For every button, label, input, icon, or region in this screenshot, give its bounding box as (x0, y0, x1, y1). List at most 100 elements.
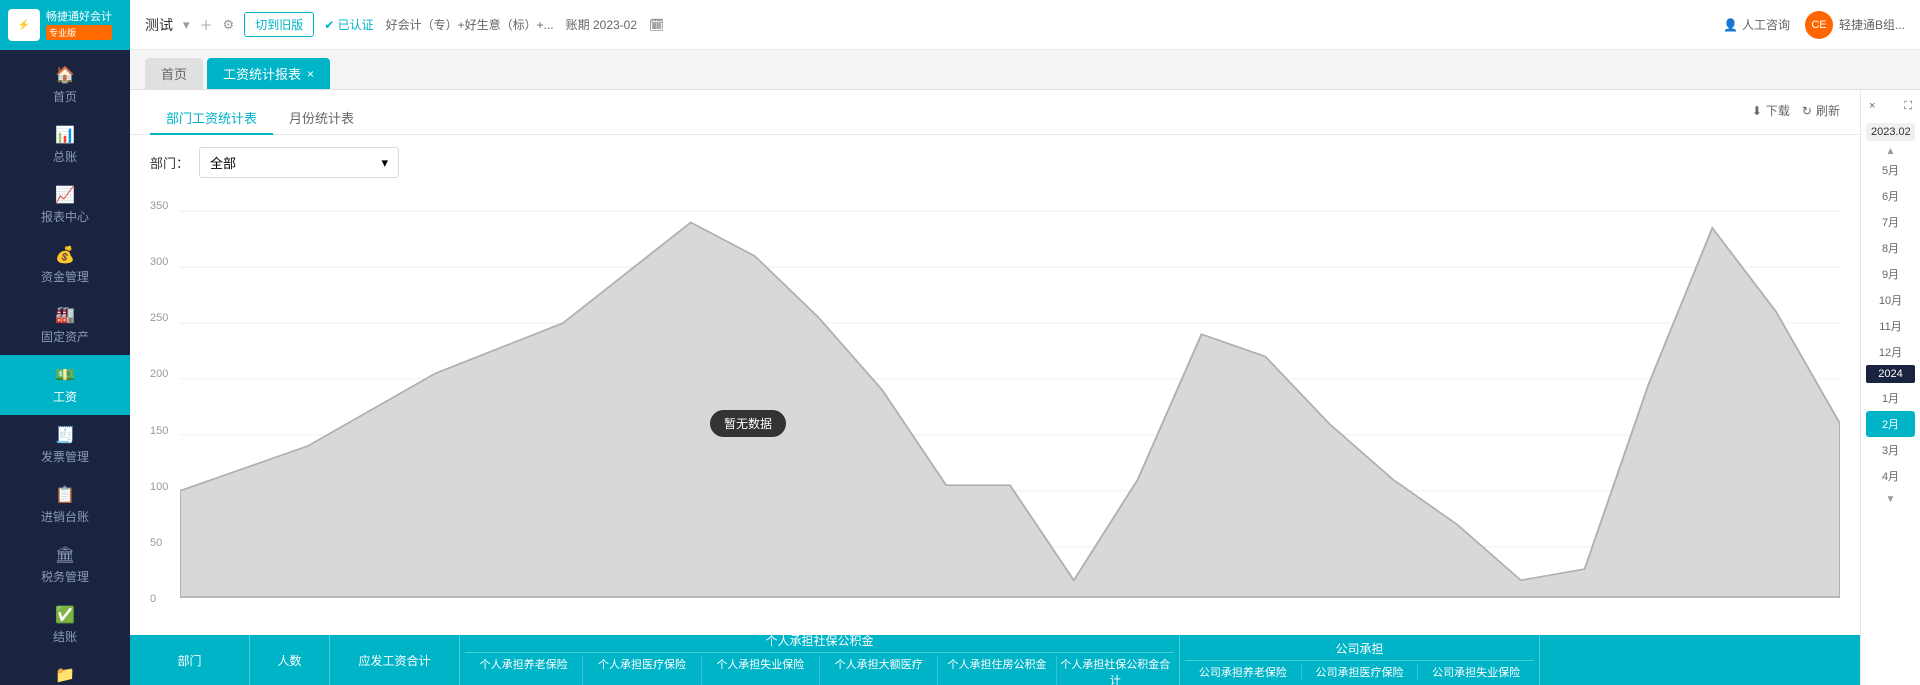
home-icon: 🏠 (55, 65, 75, 85)
download-icon: ⬇ (1752, 104, 1762, 118)
content-area: 部门工资统计表 月份统计表 ⬇ 下载 ↻ 刷新 (130, 90, 1860, 685)
col-personal-total: 个人承担社保公积金合计 (1057, 656, 1174, 685)
sidebar-item-purchase[interactable]: 📋 进销台账 (0, 475, 130, 535)
personal-sub-headers: 个人承担养老保险 个人承担医疗保险 个人承担失业保险 个人承担大额医疗 (465, 656, 1174, 685)
scroll-down-icon[interactable]: ▼ (1866, 494, 1915, 505)
sidebar-nav: 🏠首页📊总账📈报表中心💰资金管理🏭固定资产💵工资🧾发票管理📋进销台账🏛税务管理✅… (0, 50, 130, 685)
tabbar: 首页 工资统计报表 × (130, 50, 1920, 90)
sidebar-item-home[interactable]: 🏠首页 (0, 55, 130, 115)
month-2024-3[interactable]: 3月 (1866, 437, 1915, 463)
main-content: 测试 ▾ ＋ ⚙ 切到旧版 ✔ 已认证 好会计（专）+好生意（标）+... 账期… (130, 0, 1920, 685)
col-personal-unemployment: 个人承担失业保险 (702, 656, 820, 685)
finance-icon: 💰 (55, 245, 75, 265)
month-2023-6[interactable]: 6月 (1866, 183, 1915, 209)
year-section-2024: 2024 1月 2月 3月 4月 ▼ (1861, 365, 1920, 505)
sidebar-item-tax[interactable]: 🏛税务管理 (0, 535, 130, 595)
chart-area: 350 300 250 200 150 100 50 0 (130, 190, 1860, 635)
month-2023-7[interactable]: 7月 (1866, 209, 1915, 235)
assets-icon: 🏭 (55, 305, 75, 325)
topbar: 测试 ▾ ＋ ⚙ 切到旧版 ✔ 已认证 好会计（专）+好生意（标）+... 账期… (130, 0, 1920, 50)
col-headcount: 人数 (250, 635, 330, 685)
closing-icon: ✅ (55, 605, 75, 625)
month-2023-10[interactable]: 10月 (1866, 287, 1915, 313)
refresh-icon: ↻ (1802, 104, 1812, 118)
dept-filter-label: 部门： (150, 153, 189, 172)
nav-label-salary: 工资 (53, 388, 77, 405)
col-company-unemployment: 公司承担失业保险 (1418, 664, 1534, 680)
reports-icon: 📈 (55, 185, 75, 205)
calendar-icon[interactable]: 🗓 (649, 18, 664, 32)
switch-old-version-button[interactable]: 切到旧版 (244, 12, 314, 37)
logo-text: 畅捷通好会计 (46, 10, 112, 24)
sidebar-item-finance[interactable]: 💰 资金管理 (0, 235, 130, 295)
month-2023-5[interactable]: 5月 (1866, 157, 1915, 183)
logo-badge: 专业版 (46, 25, 112, 40)
topbar-dropdown-icon[interactable]: ▾ (183, 17, 190, 33)
dropdown-icon: ▾ (381, 155, 388, 171)
year-2024-header[interactable]: 2024 (1866, 365, 1915, 383)
month-2024-4[interactable]: 4月 (1866, 463, 1915, 489)
archive-icon: 📁 (55, 665, 75, 685)
table-footer: 部门 人数 应发工资合计 个人承担社保公积金 (130, 635, 1860, 685)
month-2023-11[interactable]: 11月 (1866, 313, 1915, 339)
nav-label-reports: 报表中心 (41, 208, 89, 225)
nav-label-tax: 税务管理 (41, 568, 89, 585)
support-icon: 👤 (1723, 18, 1738, 32)
nav-label-purchase: 进销台账 (41, 508, 89, 525)
sidebar-item-archive[interactable]: 📁归档管理 (0, 655, 130, 685)
topbar-settings-icon[interactable]: ⚙ (223, 17, 235, 33)
sidebar-item-invoice[interactable]: 🧾 发票管理 (0, 415, 130, 475)
user-area[interactable]: CE 轻捷通B组... (1805, 11, 1905, 39)
topbar-status: ✔ 已认证 好会计（专）+好生意（标）+... 账期 2023-02 🗓 (324, 16, 664, 33)
user-label: 轻捷通B组... (1839, 16, 1905, 33)
expand-panel-icon[interactable]: ⛶ (1904, 100, 1912, 113)
nav-label-ledger: 总账 (53, 148, 77, 165)
salary-icon: 💵 (55, 365, 75, 385)
month-2023-12[interactable]: 12月 (1866, 339, 1915, 365)
topbar-title: 测试 (145, 15, 173, 35)
month-2024-2[interactable]: 2月 (1866, 411, 1915, 437)
sidebar-item-assets[interactable]: 🏭固定资产 (0, 295, 130, 355)
sidebar-item-salary[interactable]: 💵 工资 (0, 355, 130, 415)
col-personal-major-medical: 个人承担大额医疗 (820, 656, 938, 685)
download-button[interactable]: ⬇ 下载 (1752, 102, 1790, 119)
purchase-icon: 📋 (55, 485, 75, 505)
sidebar-item-closing[interactable]: ✅结账 (0, 595, 130, 655)
sidebar: ⚡ 畅捷通好会计 专业版 🏠首页 📊 总账 📈 报表中心 💰 资金管理 🏭固定资产 💵 工资 🧾 发票… (0, 0, 130, 685)
month-2023-8[interactable]: 8月 (1866, 235, 1915, 261)
tab-close-icon[interactable]: × (307, 67, 314, 81)
nav-label-invoice: 发票管理 (41, 448, 89, 465)
company-group-label: 公司承担 (1185, 640, 1534, 661)
tab-home[interactable]: 首页 (145, 58, 203, 89)
sidebar-item-reports[interactable]: 📈 报表中心 (0, 175, 130, 235)
close-panel-icon[interactable]: × (1869, 100, 1875, 113)
filter-row: 部门： 全部 ▾ (130, 135, 1860, 190)
sub-tab-dept[interactable]: 部门工资统计表 (150, 102, 273, 135)
support-button[interactable]: 👤 人工咨询 (1723, 16, 1790, 33)
accounting-label: 好会计（专）+好生意（标）+... (386, 16, 554, 33)
col-personal-medical: 个人承担医疗保险 (583, 656, 701, 685)
logo: ⚡ 畅捷通好会计 专业版 (0, 0, 130, 50)
invoice-icon: 🧾 (55, 425, 75, 445)
sidebar-item-ledger[interactable]: 📊 总账 (0, 115, 130, 175)
month-2023-9[interactable]: 9月 (1866, 261, 1915, 287)
refresh-button[interactable]: ↻ 刷新 (1802, 102, 1840, 119)
scroll-up-icon[interactable]: ▲ (1866, 146, 1915, 157)
topbar-right: 👤 人工咨询 CE 轻捷通B组... (1723, 11, 1905, 39)
sub-tab-monthly[interactable]: 月份统计表 (273, 102, 370, 135)
certified-label: ✔ 已认证 (324, 16, 373, 33)
col-company-medical: 公司承担医疗保险 (1302, 664, 1419, 680)
personal-group-label: 个人承担社保公积金 (465, 632, 1174, 653)
col-personal-housing: 个人承担住房公积金 (938, 656, 1056, 685)
dept-select[interactable]: 全部 ▾ (199, 147, 399, 178)
col-company-pension: 公司承担养老保险 (1185, 664, 1302, 680)
month-2024-1[interactable]: 1月 (1866, 385, 1915, 411)
nav-label-finance: 资金管理 (41, 268, 89, 285)
ledger-icon: 📊 (55, 125, 75, 145)
company-sub-headers: 公司承担养老保险 公司承担医疗保险 公司承担失业保险 (1185, 664, 1534, 680)
col-personal-group: 个人承担社保公积金 个人承担养老保险 个人承担医疗保险 个人承担失业保险 (460, 635, 1180, 685)
sub-actions: ⬇ 下载 ↻ 刷新 (1752, 102, 1840, 119)
topbar-plus-icon[interactable]: ＋ (200, 15, 213, 34)
right-panel: × ⛶ 2023.02 ▲ 5月 6月 7月 8月 9月 10月 11月 12月… (1860, 90, 1920, 685)
tab-salary-report[interactable]: 工资统计报表 × (207, 58, 330, 89)
